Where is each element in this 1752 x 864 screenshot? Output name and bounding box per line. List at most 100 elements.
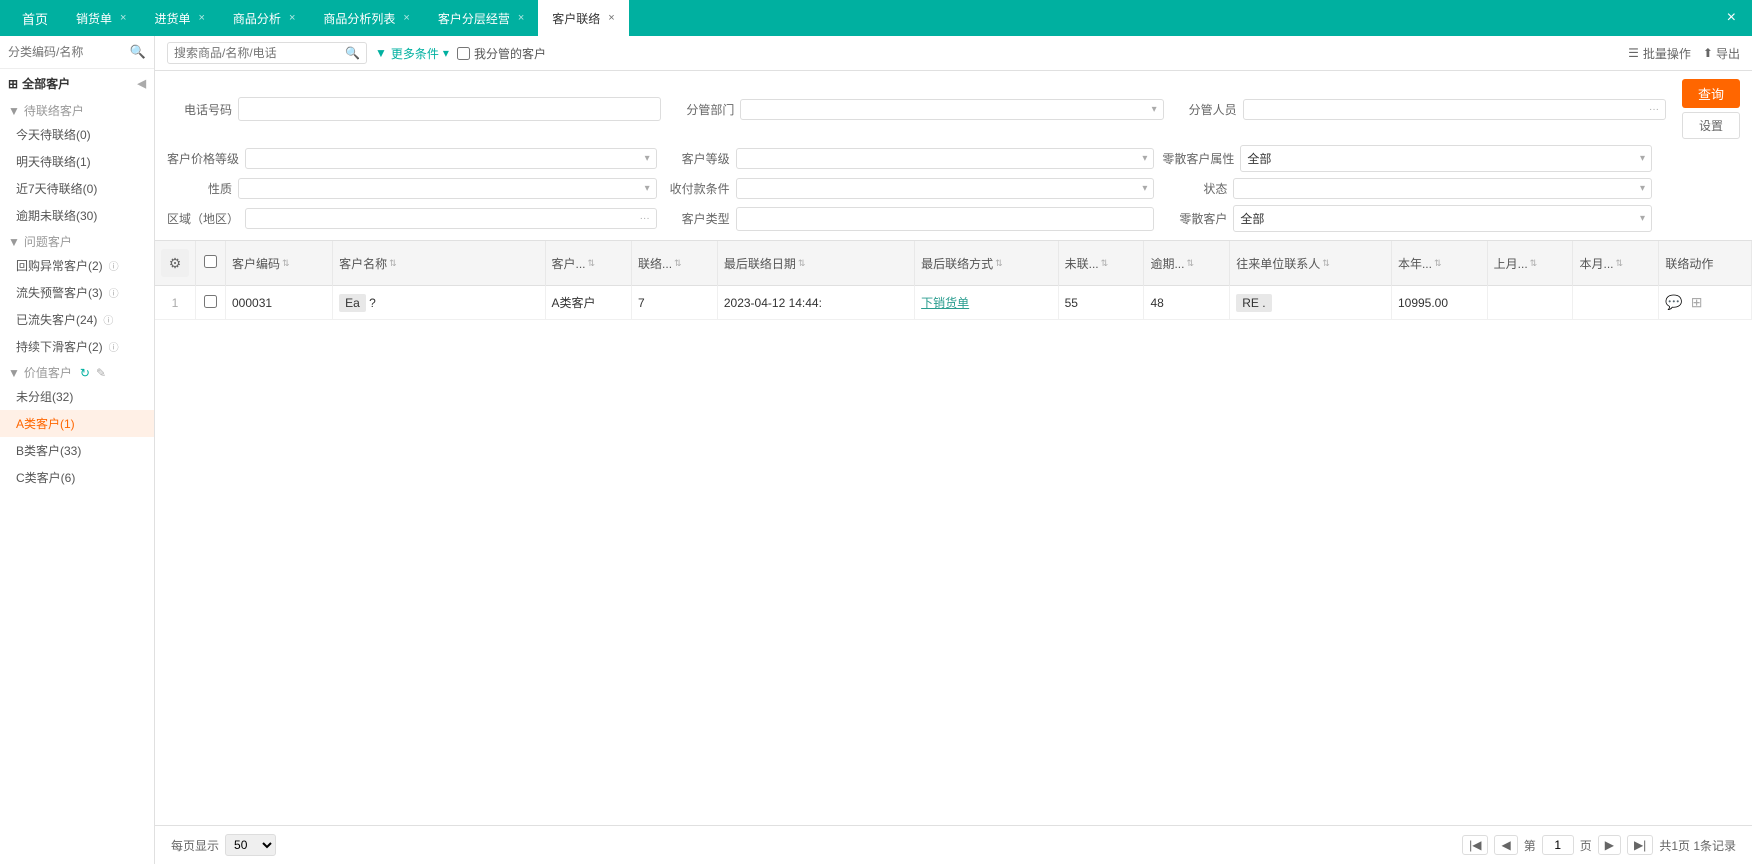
grid-action-icon[interactable]: ⊞ xyxy=(1691,294,1703,311)
filter-manager-select[interactable]: ··· xyxy=(1243,99,1666,120)
row-last-month xyxy=(1487,286,1573,320)
gear-icon[interactable]: ⚙ xyxy=(161,249,189,277)
cust-level-arrow-icon: ▾ xyxy=(1142,153,1147,164)
filter-cust-level-select[interactable]: ▾ xyxy=(736,148,1155,169)
info-icon-3: ⓘ xyxy=(103,312,113,327)
nav-tab-customer-contact[interactable]: 客户联络 × xyxy=(538,0,628,36)
col-overdue[interactable]: 逾期...⇅ xyxy=(1144,241,1230,286)
row-code: 000031 xyxy=(226,286,333,320)
filter-region-select[interactable]: ··· xyxy=(245,208,657,229)
sort-name-icon: ⇅ xyxy=(389,258,397,269)
sidebar-item-overdue[interactable]: 逾期未联络(30) xyxy=(0,202,154,229)
sidebar-item-lost[interactable]: 已流失客户(24) ⓘ xyxy=(0,306,154,333)
query-button[interactable]: 查询 xyxy=(1682,79,1740,108)
sidebar-item-c-class[interactable]: C类客户(6) xyxy=(0,464,154,491)
filter-cust-type-input[interactable] xyxy=(736,207,1155,231)
sidebar-item-churn-warning[interactable]: 流失预警客户(3) ⓘ xyxy=(0,279,154,306)
batch-op-btn[interactable]: ☰ 批量操作 xyxy=(1628,45,1691,62)
more-conditions-btn[interactable]: ▼ 更多条件 ▾ xyxy=(375,45,449,62)
refresh-icon[interactable]: ↻ xyxy=(80,366,90,380)
filter-scatter: 零散客户 全部▾ xyxy=(1162,205,1652,232)
nav-tab-customer-segment[interactable]: 客户分层经营 × xyxy=(424,0,538,36)
filter-payment-select[interactable]: ▾ xyxy=(736,178,1155,199)
filter-nature-select[interactable]: ▾ xyxy=(238,178,657,199)
export-btn[interactable]: ⬆ 导出 xyxy=(1703,45,1740,62)
table-row: 1 000031 Ea ? A类客户 xyxy=(155,286,1752,320)
filter-action-btns: 查询 设置 xyxy=(1682,79,1740,139)
col-type[interactable]: 客户...⇅ xyxy=(545,241,632,286)
last-method-link[interactable]: 下销货单 xyxy=(921,296,969,310)
filter-manager-label: 分管人员 xyxy=(1172,101,1237,118)
nav-tab-purorder[interactable]: 进货单 × xyxy=(140,0,218,36)
filter-search-input[interactable] xyxy=(174,46,345,60)
select-all-checkbox[interactable] xyxy=(204,255,217,268)
col-this-month[interactable]: 本月...⇅ xyxy=(1573,241,1659,286)
next-page-btn[interactable]: ▶ xyxy=(1598,835,1621,855)
per-page-select[interactable]: 50 100 200 xyxy=(225,834,276,856)
col-code[interactable]: 客户编码⇅ xyxy=(226,241,333,286)
nav-tab-analysis-list[interactable]: 商品分析列表 × xyxy=(309,0,423,36)
adv-filter-row-1: 电话号码 分管部门 ▾ 分管人员 ··· 查询 设置 xyxy=(167,79,1740,139)
my-customers-checkbox-wrap[interactable]: 我分管的客户 xyxy=(457,45,546,62)
sidebar-item-declining[interactable]: 持续下滑客户(2) ⓘ xyxy=(0,333,154,360)
sidebar-collapse-icon[interactable]: ◀ xyxy=(138,77,146,90)
filter-phone-input[interactable] xyxy=(238,97,661,121)
filter-dept-select[interactable]: ▾ xyxy=(740,99,1163,120)
close-salorder-icon[interactable]: × xyxy=(120,12,126,24)
sidebar-item-tomorrow[interactable]: 明天待联络(1) xyxy=(0,148,154,175)
adv-filter-row-4: 区域（地区） ··· 客户类型 零散客户 全部▾ xyxy=(167,205,1740,232)
col-contact-count[interactable]: 联络...⇅ xyxy=(632,241,718,286)
row-checkbox-cell xyxy=(196,286,226,320)
setting-button[interactable]: 设置 xyxy=(1682,112,1740,139)
triangle-icon: ▼ xyxy=(8,104,20,118)
filter-price-level-select[interactable]: ▾ xyxy=(245,148,657,169)
row-last-date: 2023-04-12 14:44: xyxy=(717,286,914,320)
row-overdue: 48 xyxy=(1144,286,1230,320)
nav-tab-salorder[interactable]: 销货单 × xyxy=(62,0,140,36)
sidebar-item-repurchase[interactable]: 回购异常客户(2) ⓘ xyxy=(0,252,154,279)
sidebar-item-today[interactable]: 今天待联络(0) xyxy=(0,121,154,148)
filter-bar: 🔍 ▼ 更多条件 ▾ 我分管的客户 ☰ 批量操作 ⬆ 导出 xyxy=(155,36,1752,71)
col-name[interactable]: 客户名称⇅ xyxy=(333,241,545,286)
close-analysis-list-icon[interactable]: × xyxy=(403,12,409,24)
col-last-date[interactable]: 最后联络日期⇅ xyxy=(717,241,914,286)
col-last-month[interactable]: 上月...⇅ xyxy=(1487,241,1573,286)
filter-search-icon: 🔍 xyxy=(345,46,360,60)
filter-nature: 性质 ▾ xyxy=(167,178,657,199)
my-customers-checkbox[interactable] xyxy=(457,47,470,60)
edit-icon[interactable]: ✎ xyxy=(96,366,106,380)
filter-payment: 收付款条件 ▾ xyxy=(665,178,1155,199)
row-name: Ea ? xyxy=(333,286,545,320)
close-customer-contact-icon[interactable]: × xyxy=(608,12,614,24)
scatter-attr-arrow-icon: ▾ xyxy=(1640,153,1645,164)
main-layout: 🔍 ⊞ 全部客户 ◀ ▼ 待联络客户 今天待联络(0) 明天待联络(1) 近7天… xyxy=(0,36,1752,864)
filter-scatter-select[interactable]: 全部▾ xyxy=(1233,205,1652,232)
filter-payment-label: 收付款条件 xyxy=(665,180,730,197)
col-contact-person[interactable]: 往来单位联系人⇅ xyxy=(1230,241,1392,286)
chat-icon[interactable]: 💬 xyxy=(1665,294,1682,311)
prev-page-btn[interactable]: ◀ xyxy=(1494,835,1517,855)
nav-tab-analysis[interactable]: 商品分析 × xyxy=(219,0,309,36)
last-page-btn[interactable]: ▶| xyxy=(1627,835,1653,855)
page-input[interactable] xyxy=(1542,835,1574,855)
nav-home[interactable]: 首页 xyxy=(8,0,62,36)
close-customer-segment-icon[interactable]: × xyxy=(518,12,524,24)
close-purorder-icon[interactable]: × xyxy=(198,12,204,24)
first-page-btn[interactable]: |◀ xyxy=(1462,835,1488,855)
app-close-icon[interactable]: × xyxy=(1719,9,1744,27)
close-analysis-icon[interactable]: × xyxy=(289,12,295,24)
filter-scatter-attr-select[interactable]: 全部▾ xyxy=(1240,145,1652,172)
sidebar-all-customers[interactable]: ⊞ 全部客户 ◀ xyxy=(0,69,154,98)
sidebar-item-7days[interactable]: 近7天待联络(0) xyxy=(0,175,154,202)
filter-scatter-attr-label: 零散客户属性 xyxy=(1162,150,1234,167)
col-last-method[interactable]: 最后联络方式⇅ xyxy=(915,241,1058,286)
col-this-year[interactable]: 本年...⇅ xyxy=(1391,241,1487,286)
row-contact-count: 7 xyxy=(632,286,718,320)
sidebar-item-b-class[interactable]: B类客户(33) xyxy=(0,437,154,464)
sidebar-item-a-class[interactable]: A类客户(1) xyxy=(0,410,154,437)
filter-status-select[interactable]: ▾ xyxy=(1233,178,1652,199)
sidebar-search-input[interactable] xyxy=(8,45,130,59)
col-no-contact[interactable]: 未联...⇅ xyxy=(1058,241,1144,286)
row-checkbox[interactable] xyxy=(204,295,217,308)
sidebar-item-unclassified[interactable]: 未分组(32) xyxy=(0,383,154,410)
